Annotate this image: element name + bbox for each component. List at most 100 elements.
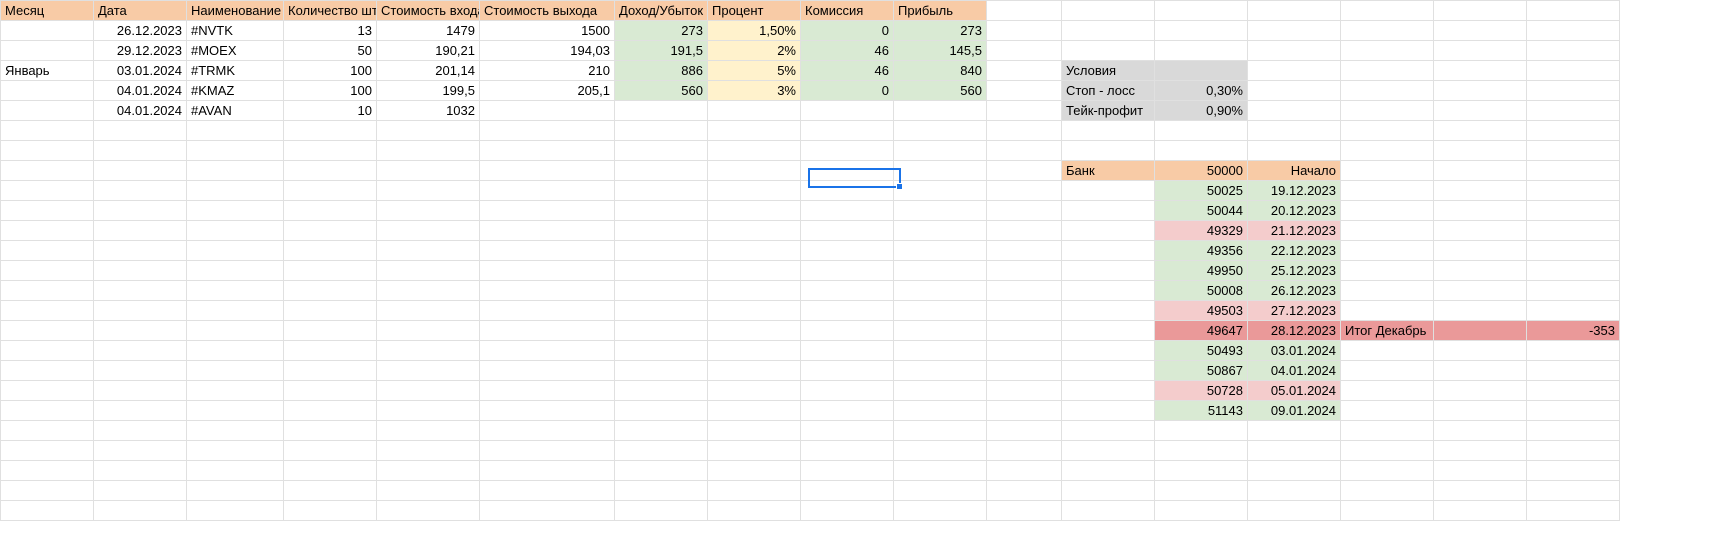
cell[interactable]: [1434, 241, 1527, 261]
cell[interactable]: [987, 41, 1062, 61]
cell[interactable]: [1341, 41, 1434, 61]
cell[interactable]: [1062, 481, 1155, 501]
cell[interactable]: [480, 381, 615, 401]
cell[interactable]: [377, 141, 480, 161]
cell[interactable]: [377, 321, 480, 341]
cell[interactable]: 50008: [1155, 281, 1248, 301]
cell[interactable]: [615, 201, 708, 221]
cell[interactable]: [987, 241, 1062, 261]
cell[interactable]: [615, 381, 708, 401]
cell[interactable]: [480, 481, 615, 501]
cell[interactable]: Доход/Убыток: [615, 1, 708, 21]
cell[interactable]: [1248, 441, 1341, 461]
cell[interactable]: [1155, 441, 1248, 461]
cell[interactable]: [377, 461, 480, 481]
cell[interactable]: [894, 301, 987, 321]
cell[interactable]: 04.01.2024: [94, 81, 187, 101]
cell[interactable]: [615, 181, 708, 201]
cell[interactable]: [1062, 281, 1155, 301]
cell[interactable]: [284, 321, 377, 341]
cell[interactable]: [1434, 501, 1527, 521]
cell[interactable]: [615, 481, 708, 501]
cell[interactable]: 26.12.2023: [1248, 281, 1341, 301]
cell[interactable]: [1527, 261, 1620, 281]
cell[interactable]: 21.12.2023: [1248, 221, 1341, 241]
cell[interactable]: [94, 421, 187, 441]
cell[interactable]: [187, 441, 284, 461]
cell[interactable]: [1062, 181, 1155, 201]
cell[interactable]: [894, 221, 987, 241]
cell[interactable]: [1434, 141, 1527, 161]
cell[interactable]: [987, 261, 1062, 281]
cell[interactable]: [1062, 301, 1155, 321]
cell[interactable]: [480, 341, 615, 361]
cell[interactable]: [894, 161, 987, 181]
cell[interactable]: [284, 421, 377, 441]
cell[interactable]: [801, 361, 894, 381]
cell[interactable]: [1341, 381, 1434, 401]
cell[interactable]: [801, 401, 894, 421]
cell[interactable]: [987, 301, 1062, 321]
cell[interactable]: [377, 481, 480, 501]
cell[interactable]: [708, 441, 801, 461]
cell[interactable]: Комиссия: [801, 1, 894, 21]
cell[interactable]: 3%: [708, 81, 801, 101]
cell[interactable]: 51143: [1155, 401, 1248, 421]
cell[interactable]: [708, 181, 801, 201]
cell[interactable]: 50044: [1155, 201, 1248, 221]
cell[interactable]: [94, 261, 187, 281]
cell[interactable]: Январь: [1, 61, 94, 81]
cell[interactable]: 04.01.2024: [94, 101, 187, 121]
cell[interactable]: [801, 341, 894, 361]
cell[interactable]: [1341, 341, 1434, 361]
cell[interactable]: [1248, 461, 1341, 481]
cell[interactable]: [1155, 501, 1248, 521]
cell[interactable]: [94, 461, 187, 481]
cell[interactable]: [480, 161, 615, 181]
cell[interactable]: Прибыль: [894, 1, 987, 21]
cell[interactable]: [1248, 421, 1341, 441]
cell[interactable]: [377, 361, 480, 381]
cell[interactable]: [94, 281, 187, 301]
cell[interactable]: [1341, 461, 1434, 481]
cell[interactable]: [801, 381, 894, 401]
cell[interactable]: [801, 461, 894, 481]
cell[interactable]: [1155, 121, 1248, 141]
cell[interactable]: [1062, 381, 1155, 401]
cell[interactable]: [1, 501, 94, 521]
cell[interactable]: [894, 241, 987, 261]
cell[interactable]: 05.01.2024: [1248, 381, 1341, 401]
cell[interactable]: [1434, 441, 1527, 461]
cell[interactable]: 201,14: [377, 61, 480, 81]
cell[interactable]: [1434, 361, 1527, 381]
cell[interactable]: [801, 301, 894, 321]
cell[interactable]: [1527, 361, 1620, 381]
cell[interactable]: [987, 381, 1062, 401]
cell[interactable]: [708, 221, 801, 241]
cell[interactable]: [1527, 281, 1620, 301]
cell[interactable]: 0: [801, 81, 894, 101]
cell[interactable]: 27.12.2023: [1248, 301, 1341, 321]
cell[interactable]: [1062, 141, 1155, 161]
cell[interactable]: [1434, 81, 1527, 101]
cell[interactable]: [1527, 181, 1620, 201]
cell[interactable]: [284, 481, 377, 501]
cell[interactable]: [1341, 241, 1434, 261]
cell[interactable]: 273: [615, 21, 708, 41]
cell[interactable]: 210: [480, 61, 615, 81]
cell[interactable]: [801, 481, 894, 501]
cell[interactable]: [894, 261, 987, 281]
cell[interactable]: [1434, 481, 1527, 501]
cell[interactable]: [894, 361, 987, 381]
cell[interactable]: [187, 241, 284, 261]
cell[interactable]: [801, 501, 894, 521]
cell[interactable]: [284, 361, 377, 381]
cell[interactable]: 28.12.2023: [1248, 321, 1341, 341]
cell[interactable]: [187, 221, 284, 241]
cell[interactable]: [1341, 221, 1434, 241]
cell[interactable]: 0: [801, 21, 894, 41]
cell[interactable]: [377, 181, 480, 201]
cell[interactable]: [480, 241, 615, 261]
cell[interactable]: [377, 401, 480, 421]
cell[interactable]: [1434, 1, 1527, 21]
